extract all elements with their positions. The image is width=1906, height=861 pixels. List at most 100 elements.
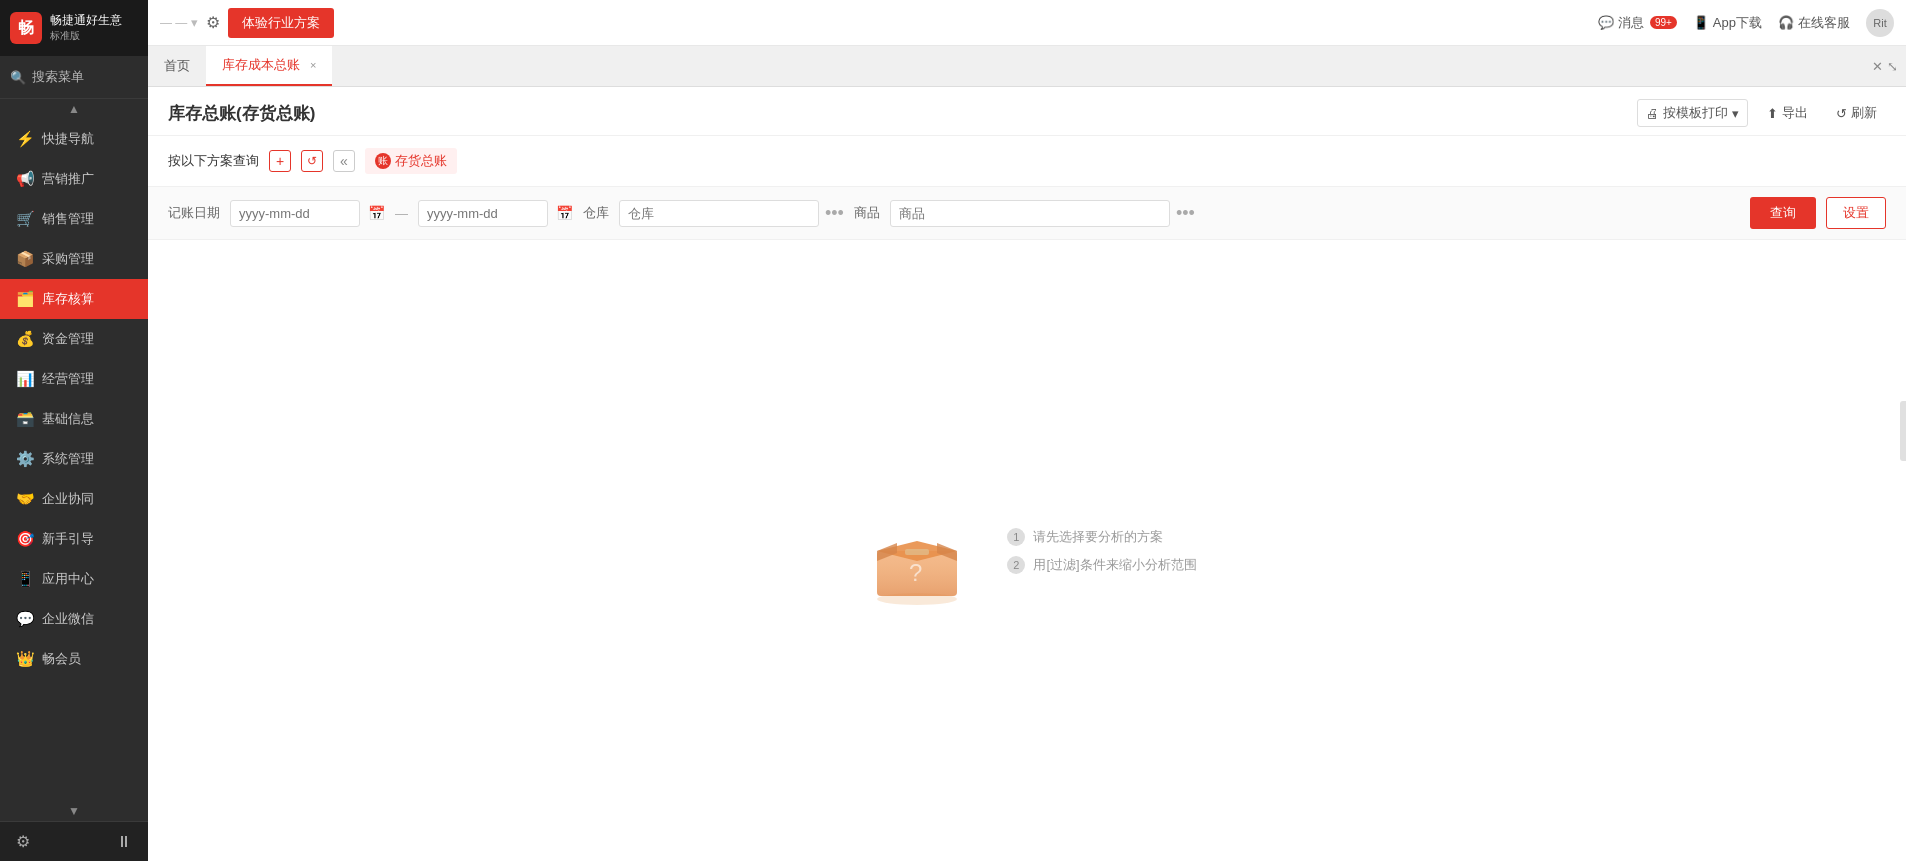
vip-icon: 👑 (16, 650, 34, 668)
filter-reset-btn[interactable]: ↺ (301, 150, 323, 172)
message-btn[interactable]: 💬 消息 99+ (1598, 14, 1677, 32)
sidebar-item-label: 库存核算 (42, 290, 94, 308)
breadcrumb-arrow: ▾ (191, 15, 198, 30)
warehouse-label: 仓库 (583, 204, 609, 222)
wechat-icon: 💬 (16, 610, 34, 628)
empty-illustration: ? (857, 491, 977, 611)
print-label: 按模板打印 (1663, 104, 1728, 122)
empty-state: ? 1 请先选择要分析的方案 2 用[过滤]条件来缩小分析范围 (148, 240, 1906, 861)
sidebar-item-appstore[interactable]: 📱 应用中心 (0, 559, 148, 599)
filter-add-btn[interactable]: + (269, 150, 291, 172)
tab-inventory-ledger[interactable]: 库存成本总账 × (206, 46, 332, 86)
scheme-item-ledger[interactable]: 账 存货总账 (365, 148, 457, 174)
sidebar-search-area[interactable]: 🔍 搜索菜单 (0, 56, 148, 99)
tip-item-1: 1 请先选择要分析的方案 (1007, 528, 1196, 546)
search-icon: 🔍 (10, 70, 26, 85)
export-btn[interactable]: ⬆ 导出 (1758, 99, 1817, 127)
sidebar-item-label: 新手引导 (42, 530, 94, 548)
shortcut-icon: ⚡ (16, 130, 34, 148)
main-area: — — ▾ ⚙ 体验行业方案 💬 消息 99+ 📱 App下载 🎧 在线客服 R… (148, 0, 1906, 861)
scroll-down-indicator: ▼ (0, 801, 148, 821)
calendar-to-icon[interactable]: 📅 (556, 205, 573, 221)
sidebar-item-purchase[interactable]: 📦 采购管理 (0, 239, 148, 279)
message-badge: 99+ (1650, 16, 1677, 29)
newuser-icon: 🎯 (16, 530, 34, 548)
sidebar-item-wechat[interactable]: 💬 企业微信 (0, 599, 148, 639)
date-field-label: 记账日期 (168, 204, 220, 222)
sidebar-item-basic[interactable]: 🗃️ 基础信息 (0, 399, 148, 439)
user-avatar[interactable]: Rit (1866, 9, 1894, 37)
online-service-btn[interactable]: 🎧 在线客服 (1778, 14, 1850, 32)
query-btn[interactable]: 查询 (1750, 197, 1816, 229)
settings-btn[interactable]: 设置 (1826, 197, 1886, 229)
date-from-input[interactable] (230, 200, 360, 227)
inventory-icon: 🗂️ (16, 290, 34, 308)
right-panel[interactable] (1900, 401, 1906, 461)
search-menu-btn[interactable]: 🔍 搜索菜单 (10, 64, 138, 90)
expand-icon[interactable]: ⤡ (1887, 59, 1898, 74)
topbar-settings-icon[interactable]: ⚙ (206, 13, 220, 32)
date-to-input[interactable] (418, 200, 548, 227)
app-logo: 畅 畅捷通好生意 标准版 (0, 0, 148, 56)
content-area: 库存总账(存货总账) 🖨 按模板打印 ▾ ⬆ 导出 ↺ 刷新 按以下方案查询 (148, 87, 1906, 861)
sidebar-item-marketing[interactable]: 📢 营销推广 (0, 159, 148, 199)
topbar: — — ▾ ⚙ 体验行业方案 💬 消息 99+ 📱 App下载 🎧 在线客服 R… (148, 0, 1906, 46)
sidebar-item-system[interactable]: ⚙️ 系统管理 (0, 439, 148, 479)
sidebar-item-enterprise[interactable]: 🤝 企业协同 (0, 479, 148, 519)
appstore-icon: 📱 (16, 570, 34, 588)
sidebar-item-newuser[interactable]: 🎯 新手引导 (0, 519, 148, 559)
tip-text-1: 请先选择要分析的方案 (1033, 528, 1163, 546)
print-dropdown-icon: ▾ (1732, 106, 1739, 121)
printer-icon: 🖨 (1646, 106, 1659, 121)
sidebar-item-label: 畅会员 (42, 650, 81, 668)
close-all-btn[interactable]: ✕ (1872, 59, 1883, 74)
online-service-label: 在线客服 (1798, 14, 1850, 32)
settings-bottom-icon[interactable]: ⚙ (16, 832, 30, 851)
sidebar-item-sales[interactable]: 🛒 销售管理 (0, 199, 148, 239)
purchase-icon: 📦 (16, 250, 34, 268)
calendar-from-icon[interactable]: 📅 (368, 205, 385, 221)
sidebar-item-label: 企业协同 (42, 490, 94, 508)
message-label: 消息 (1618, 14, 1644, 32)
operation-icon: 📊 (16, 370, 34, 388)
warehouse-more-icon[interactable]: ••• (825, 203, 844, 224)
finance-icon: 💰 (16, 330, 34, 348)
sidebar-item-operation[interactable]: 📊 经营管理 (0, 359, 148, 399)
tip-item-2: 2 用[过滤]条件来缩小分析范围 (1007, 556, 1196, 574)
sidebar-item-inventory[interactable]: 🗂️ 库存核算 (0, 279, 148, 319)
filter-dash: — (395, 206, 408, 221)
sidebar-item-vip[interactable]: 👑 畅会员 (0, 639, 148, 679)
page-header: 库存总账(存货总账) 🖨 按模板打印 ▾ ⬆ 导出 ↺ 刷新 (148, 87, 1906, 136)
industry-solution-btn[interactable]: 体验行业方案 (228, 8, 334, 38)
user-name: Rit (1873, 17, 1886, 29)
product-more-icon[interactable]: ••• (1176, 203, 1195, 224)
audio-bottom-icon[interactable]: ⏸ (116, 833, 132, 851)
refresh-btn[interactable]: ↺ 刷新 (1827, 99, 1886, 127)
app-download-btn[interactable]: 📱 App下载 (1693, 14, 1762, 32)
filter-collapse-btn[interactable]: « (333, 150, 355, 172)
sidebar-item-label: 企业微信 (42, 610, 94, 628)
tab-close-icon[interactable]: × (310, 59, 316, 71)
tip-num-1: 1 (1007, 528, 1025, 546)
sidebar-item-label: 营销推广 (42, 170, 94, 188)
product-input[interactable] (890, 200, 1170, 227)
svg-rect-6 (905, 549, 929, 555)
sidebar-item-label: 快捷导航 (42, 130, 94, 148)
search-menu-label: 搜索菜单 (32, 68, 84, 86)
message-icon: 💬 (1598, 15, 1614, 30)
warehouse-input[interactable] (619, 200, 819, 227)
sidebar-item-finance[interactable]: 💰 资金管理 (0, 319, 148, 359)
scheme-icon-label: 账 (378, 154, 388, 168)
print-btn[interactable]: 🖨 按模板打印 ▾ (1637, 99, 1748, 127)
sidebar-item-label: 经营管理 (42, 370, 94, 388)
breadcrumb: — — ▾ (160, 15, 198, 30)
sidebar-item-shortcut[interactable]: ⚡ 快捷导航 (0, 119, 148, 159)
tab-home[interactable]: 首页 (148, 47, 206, 85)
app-name: 畅捷通好生意 (50, 13, 122, 29)
product-label: 商品 (854, 204, 880, 222)
app-download-label: App下载 (1713, 14, 1762, 32)
filter-row: 记账日期 📅 — 📅 仓库 ••• 商品 ••• 查询 设置 (148, 187, 1906, 240)
scroll-up-indicator: ▲ (0, 99, 148, 119)
refresh-label: 刷新 (1851, 104, 1877, 122)
page-title: 库存总账(存货总账) (168, 102, 315, 125)
